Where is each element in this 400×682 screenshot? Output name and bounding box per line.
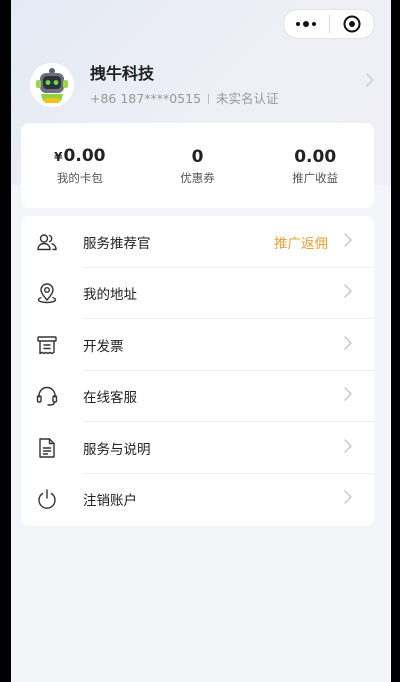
stat-coupons[interactable]: 0 优惠券 <box>139 146 257 186</box>
menu-item-label: 注销账户 <box>83 493 137 510</box>
invoice-icon <box>35 333 59 357</box>
chevron-right-icon <box>343 335 353 355</box>
menu-item-address[interactable]: 我的地址 <box>21 268 374 319</box>
chevron-right-icon <box>365 72 375 92</box>
chevron-right-icon <box>343 232 353 252</box>
currency-symbol: ¥ <box>54 150 63 164</box>
stat-number: 0 <box>191 146 204 167</box>
stat-label: 优惠券 <box>180 170 215 185</box>
menu-item-label: 服务与说明 <box>83 441 151 458</box>
menu-item-invoice[interactable]: 开发票 <box>21 319 374 371</box>
chevron-right-icon <box>343 438 353 458</box>
divider <box>208 94 210 104</box>
stat-card-wallet[interactable]: ¥0.00 我的卡包 <box>21 145 139 186</box>
profile-subline: +86 187****0515 未实名认证 <box>90 88 375 107</box>
wallet-stats-card: ¥0.00 我的卡包 0 优惠券 0.00 推广收益 <box>21 123 374 208</box>
stat-label: 我的卡包 <box>56 171 103 185</box>
stat-label: 推广收益 <box>292 170 339 185</box>
robot-avatar-icon <box>30 63 74 107</box>
stat-earnings[interactable]: 0.00 推广收益 <box>256 146 374 186</box>
stat-number: 0.00 <box>63 146 106 166</box>
people-icon <box>35 230 59 254</box>
stat-value: 0.00 <box>256 146 374 168</box>
company-name: 拽牛科技 <box>90 64 155 83</box>
document-icon <box>35 436 59 460</box>
menu-item-label: 在线客服 <box>83 390 137 407</box>
power-icon <box>35 487 59 511</box>
menu-item-delete-account[interactable]: 注销账户 <box>21 474 374 526</box>
promo-rebate-link[interactable]: 推广返佣 <box>274 232 328 252</box>
menu-item-recommender[interactable]: 服务推荐官 推广返佣 <box>21 216 374 268</box>
menu-item-label: 服务推荐官 <box>83 235 151 252</box>
chevron-right-icon <box>343 283 353 303</box>
menu-item-service-info[interactable]: 服务与说明 <box>21 422 374 474</box>
phone-number: +86 187****0515 <box>90 91 202 106</box>
location-pin-icon <box>35 281 59 305</box>
chevron-right-icon <box>343 386 353 406</box>
stat-value: 0 <box>139 146 257 168</box>
menu-item-label: 我的地址 <box>83 287 137 304</box>
menu-item-label: 开发票 <box>83 338 124 355</box>
more-dots-icon[interactable] <box>284 10 329 38</box>
miniprogram-capsule <box>283 9 375 39</box>
verification-status: 未实名认证 <box>216 91 279 106</box>
stat-value: ¥0.00 <box>21 145 139 168</box>
headset-icon <box>35 384 59 408</box>
menu-item-customer-service[interactable]: 在线客服 <box>21 371 374 422</box>
profile-header[interactable]: 拽牛科技 +86 187****0515 未实名认证 <box>30 60 375 110</box>
phone-screen: 拽牛科技 +86 187****0515 未实名认证 ¥0.00 我的卡包 0 优… <box>11 0 391 682</box>
stat-number: 0.00 <box>294 146 337 167</box>
target-circle-icon[interactable] <box>330 10 375 38</box>
chevron-right-icon <box>343 489 353 509</box>
menu-card: 服务推荐官 推广返佣 我的地址 开发票 在线客服 服务与说明 注销账户 <box>21 216 374 526</box>
